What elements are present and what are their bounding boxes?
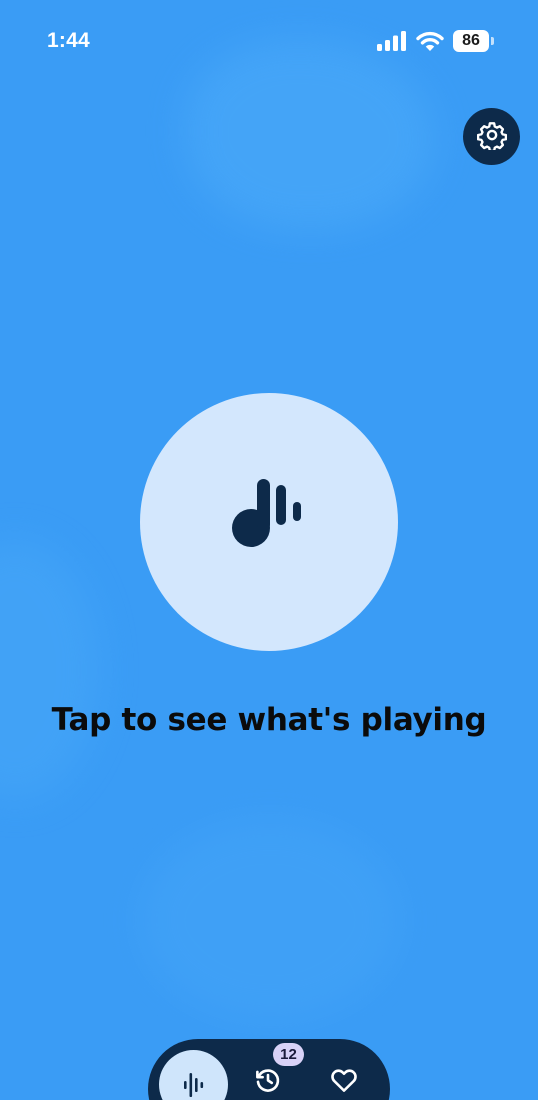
wifi-icon: [416, 31, 444, 52]
waveform-icon: [182, 1050, 206, 1100]
battery-level: 86: [453, 30, 489, 52]
background-blob: [140, 820, 400, 1020]
music-note-icon: [224, 475, 314, 569]
settings-button[interactable]: [463, 108, 520, 165]
background-blob: [0, 540, 100, 800]
battery-cap: [491, 37, 494, 45]
status-time: 1:44: [47, 29, 90, 52]
history-icon: [253, 1065, 283, 1099]
listen-prompt: Tap to see what's playing: [51, 702, 487, 738]
app-screen: 1:44 86 Tap to see what's playing 12: [0, 0, 538, 1100]
battery-icon: 86: [453, 30, 494, 52]
heart-icon: [329, 1065, 359, 1099]
nav-history-tab[interactable]: [250, 1064, 286, 1100]
status-icons: 86: [377, 30, 494, 52]
history-count-badge: 12: [273, 1043, 304, 1066]
nav-favorites-tab[interactable]: [326, 1064, 362, 1100]
gear-icon: [476, 120, 507, 154]
cellular-signal-icon: [377, 31, 407, 51]
listen-button[interactable]: [140, 393, 398, 651]
background-blob: [185, 40, 435, 230]
